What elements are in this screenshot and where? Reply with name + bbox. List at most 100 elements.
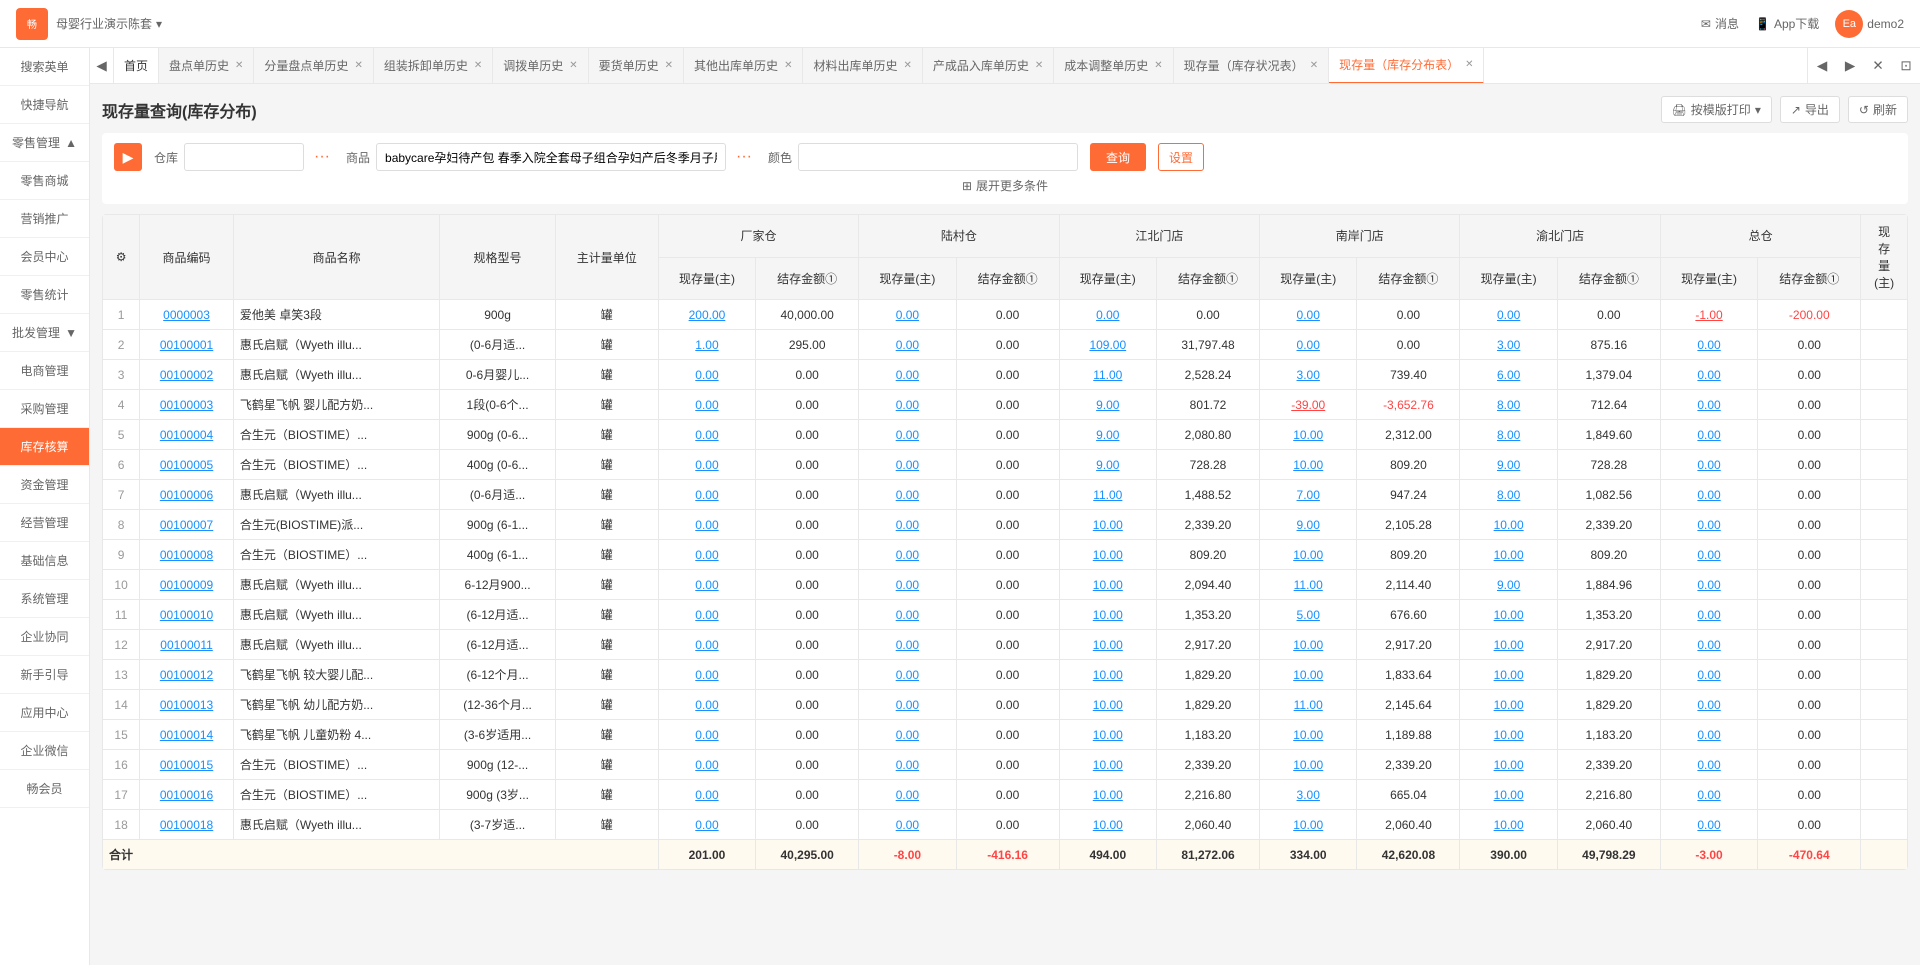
row-t-qty[interactable]: 0.00 [1660,750,1757,780]
row-c2-qty[interactable]: 0.00 [859,390,956,420]
row-c3-qty[interactable]: 10.00 [1059,660,1156,690]
row-c5-qty[interactable]: 3.00 [1460,330,1557,360]
row-c5-qty[interactable]: 10.00 [1460,540,1557,570]
row-code[interactable]: 00100016 [140,780,234,810]
row-c2-qty[interactable]: 0.00 [859,780,956,810]
row-c4-qty[interactable]: 10.00 [1260,540,1357,570]
row-c2-qty[interactable]: 0.00 [859,360,956,390]
row-c2-qty[interactable]: 0.00 [859,330,956,360]
row-c4-qty[interactable]: 10.00 [1260,630,1357,660]
row-c5-qty[interactable]: 8.00 [1460,420,1557,450]
row-code[interactable]: 00100010 [140,600,234,630]
tab-portion-history[interactable]: 分量盘点单历史 ✕ [254,48,373,84]
row-c1-qty[interactable]: 0.00 [658,690,755,720]
close-icon[interactable]: ✕ [1465,59,1473,70]
row-c1-qty[interactable]: 0.00 [658,780,755,810]
row-code[interactable]: 00100004 [140,420,234,450]
close-icon[interactable]: ✕ [903,60,911,71]
setting-btn[interactable]: 设置 [1158,143,1204,171]
tab-expand-btn[interactable]: ⊡ [1892,48,1920,84]
tab-cost-history[interactable]: 成本调整单历史 ✕ [1054,48,1173,84]
row-c1-qty[interactable]: 0.00 [658,360,755,390]
row-c2-qty[interactable]: 0.00 [859,810,956,840]
row-c2-qty[interactable]: 0.00 [859,480,956,510]
row-t-qty[interactable]: 0.00 [1660,570,1757,600]
sidebar-item-system[interactable]: 系统管理 [0,580,89,618]
tab-inventory-history[interactable]: 盘点单历史 ✕ [159,48,254,84]
row-c5-qty[interactable]: 6.00 [1460,360,1557,390]
row-code[interactable]: 00100006 [140,480,234,510]
row-c5-qty[interactable]: 9.00 [1460,570,1557,600]
row-c5-qty[interactable]: 0.00 [1460,300,1557,330]
row-c3-qty[interactable]: 109.00 [1059,330,1156,360]
row-code[interactable]: 00100015 [140,750,234,780]
row-c2-qty[interactable]: 0.00 [859,690,956,720]
row-c4-qty[interactable]: 10.00 [1260,450,1357,480]
tab-home[interactable]: 首页 [114,48,159,84]
row-c4-qty[interactable]: 3.00 [1260,780,1357,810]
row-t-qty[interactable]: 0.00 [1660,390,1757,420]
sidebar-item-purchase[interactable]: 采购管理 [0,390,89,428]
row-c3-qty[interactable]: 10.00 [1059,780,1156,810]
row-c5-qty[interactable]: 10.00 [1460,660,1557,690]
row-c2-qty[interactable]: 0.00 [859,510,956,540]
row-c2-qty[interactable]: 0.00 [859,720,956,750]
row-t-qty[interactable]: 0.00 [1660,510,1757,540]
row-code[interactable]: 00100003 [140,390,234,420]
close-icon[interactable]: ✕ [665,60,673,71]
sidebar-item-ecommerce[interactable]: 电商管理 [0,352,89,390]
expand-conditions-btn[interactable]: ⊞ 展开更多条件 [114,177,1896,194]
row-t-qty[interactable]: 0.00 [1660,690,1757,720]
row-c4-qty[interactable]: 9.00 [1260,510,1357,540]
row-c3-qty[interactable]: 10.00 [1059,570,1156,600]
row-c5-qty[interactable]: 10.00 [1460,720,1557,750]
row-t-qty[interactable]: 0.00 [1660,660,1757,690]
row-c1-qty[interactable]: 0.00 [658,630,755,660]
sidebar-item-wechat[interactable]: 企业微信 [0,732,89,770]
row-c2-qty[interactable]: 0.00 [859,630,956,660]
row-c2-qty[interactable]: 0.00 [859,300,956,330]
row-code[interactable]: 00100011 [140,630,234,660]
close-icon[interactable]: ✕ [1310,60,1318,71]
sidebar-item-retail[interactable]: 零售管理 ▲ [0,124,89,162]
sidebar-item-operations[interactable]: 经营管理 [0,504,89,542]
color-input[interactable] [798,143,1078,171]
row-c5-qty[interactable]: 8.00 [1460,480,1557,510]
store-selector[interactable]: 母婴行业演示陈套 ▾ [56,15,162,32]
sidebar-item-finance[interactable]: 资金管理 [0,466,89,504]
row-c4-qty[interactable]: 10.00 [1260,420,1357,450]
tab-material-history[interactable]: 材料出库单历史 ✕ [803,48,922,84]
row-c1-qty[interactable]: 0.00 [658,390,755,420]
user-area[interactable]: Ea demo2 [1835,10,1904,38]
warehouse-input[interactable] [184,143,304,171]
row-c1-qty[interactable]: 200.00 [658,300,755,330]
row-c3-qty[interactable]: 10.00 [1059,510,1156,540]
close-icon[interactable]: ✕ [474,60,482,71]
row-t-qty[interactable]: 0.00 [1660,540,1757,570]
refresh-btn[interactable]: ↺ 刷新 [1848,96,1908,123]
tab-stock-distribution[interactable]: 现存量（库存分布表） ✕ [1329,48,1484,84]
sidebar-item-retail-shop[interactable]: 零售商城 [0,162,89,200]
row-code[interactable]: 00100009 [140,570,234,600]
row-c4-qty[interactable]: 0.00 [1260,330,1357,360]
row-c1-qty[interactable]: 0.00 [658,720,755,750]
row-c5-qty[interactable]: 10.00 [1460,750,1557,780]
product-dots[interactable]: ··· [732,148,756,166]
row-c2-qty[interactable]: 0.00 [859,420,956,450]
tab-close-btn[interactable]: ✕ [1864,48,1892,84]
row-c1-qty[interactable]: 0.00 [658,480,755,510]
sidebar-item-nav[interactable]: 快捷导航 [0,86,89,124]
sidebar-item-member2[interactable]: 畅会员 [0,770,89,808]
close-icon[interactable]: ✕ [569,60,577,71]
message-btn[interactable]: ✉ 消息 [1701,15,1739,32]
row-code[interactable]: 00100012 [140,660,234,690]
row-c2-qty[interactable]: 0.00 [859,600,956,630]
app-download-btn[interactable]: 📱 App下载 [1755,15,1819,32]
row-c3-qty[interactable]: 9.00 [1059,420,1156,450]
tab-demand-history[interactable]: 要货单历史 ✕ [589,48,684,84]
row-t-qty[interactable]: 0.00 [1660,630,1757,660]
row-code[interactable]: 0000003 [140,300,234,330]
row-t-qty[interactable]: 0.00 [1660,480,1757,510]
sidebar-item-enterprise[interactable]: 企业协同 [0,618,89,656]
row-c4-qty[interactable]: -39.00 [1260,390,1357,420]
